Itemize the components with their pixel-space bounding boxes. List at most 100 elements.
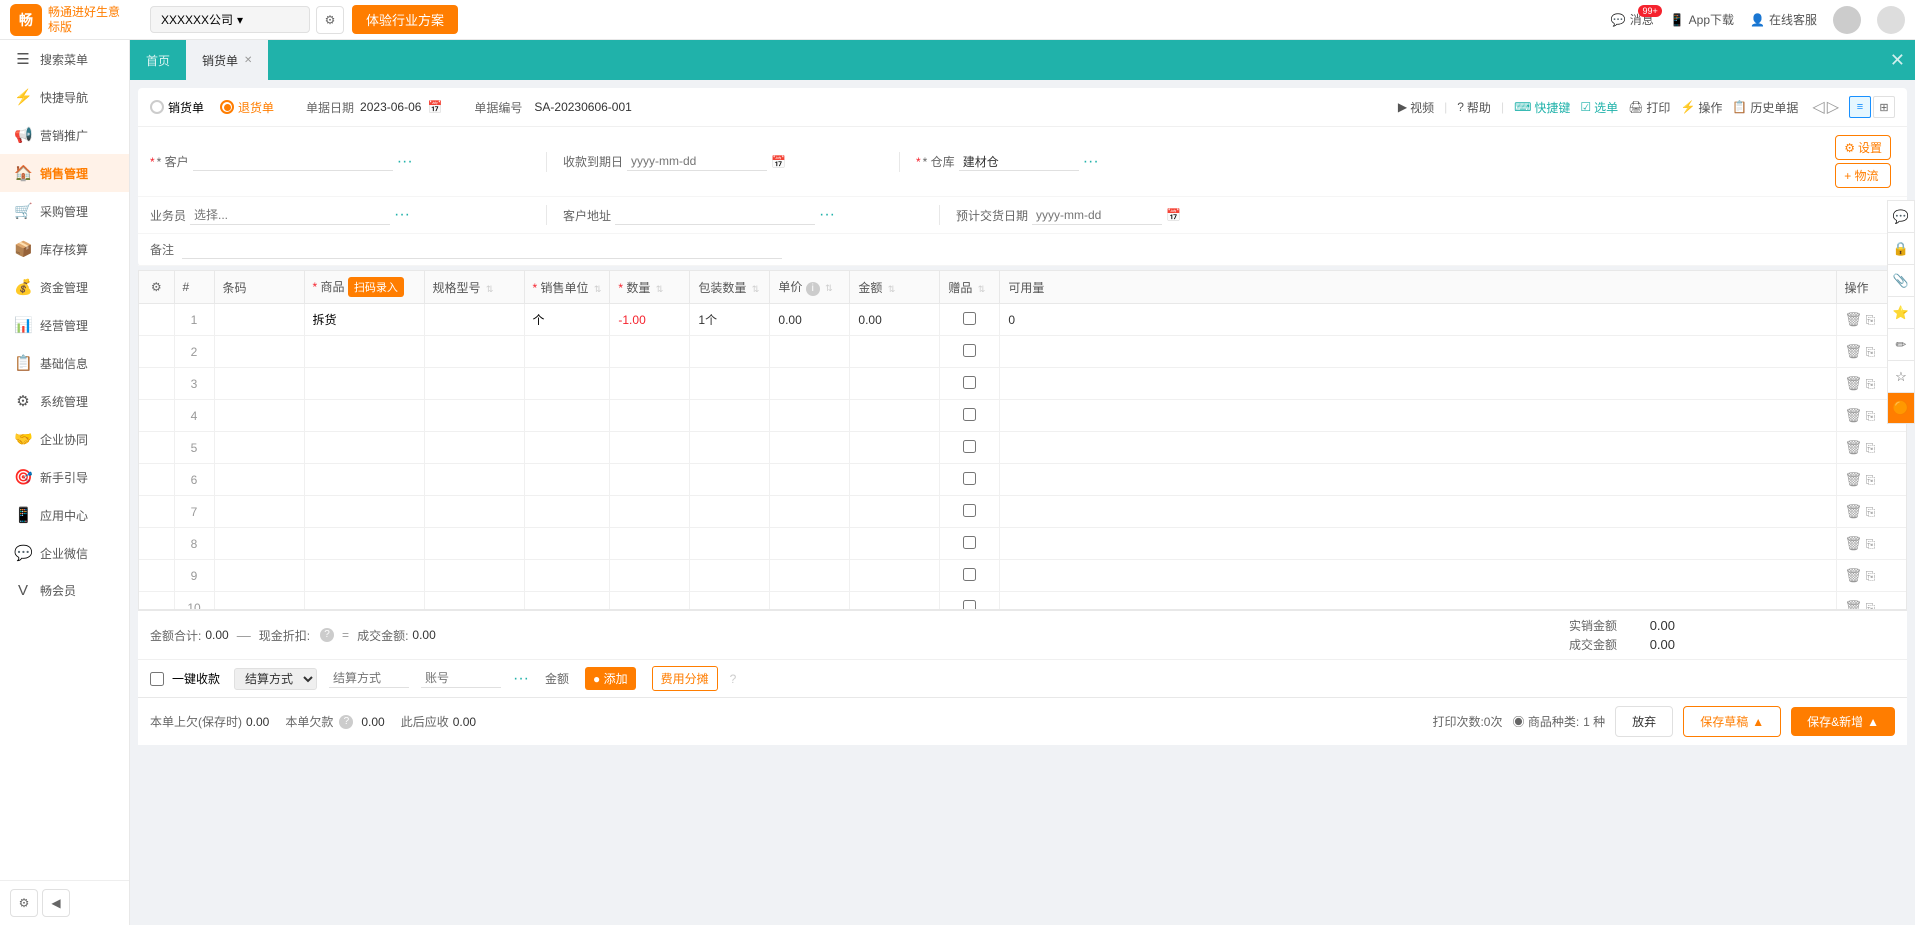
row-gift-cell[interactable]	[940, 400, 1000, 432]
row-gift-cell[interactable]	[940, 592, 1000, 611]
owed-info-icon[interactable]: ?	[339, 715, 353, 729]
salesperson-expand-icon[interactable]: ···	[394, 206, 410, 224]
calendar-icon[interactable]: 📅	[427, 100, 442, 114]
row-gift-cell[interactable]	[940, 560, 1000, 592]
expected-calendar-icon[interactable]: 📅	[1166, 208, 1181, 222]
select-order-btn[interactable]: ☑ 选单	[1580, 99, 1618, 116]
rsf-clip-btn[interactable]: 📎	[1887, 264, 1915, 296]
row-price-cell[interactable]	[770, 432, 850, 464]
column-settings-icon[interactable]: ⚙	[151, 280, 162, 294]
row-barcode-cell[interactable]	[214, 400, 304, 432]
rsf-star-btn[interactable]: ⭐	[1887, 296, 1915, 328]
row-barcode-cell[interactable]	[214, 432, 304, 464]
settings-button[interactable]: ⚙ 设置	[1835, 135, 1891, 160]
price-info-icon[interactable]: i	[806, 282, 820, 296]
row-gift-cell[interactable]	[940, 336, 1000, 368]
row-price-cell[interactable]	[770, 496, 850, 528]
account-expand-icon[interactable]: ···	[513, 670, 529, 688]
row-spec-cell[interactable]	[424, 304, 524, 336]
row-delete-btn[interactable]: 🗑	[1845, 599, 1863, 610]
collapse-btn[interactable]: ◀	[42, 889, 70, 917]
remark-input[interactable]	[182, 240, 782, 259]
discard-button[interactable]: 放弃	[1615, 706, 1673, 737]
sidebar-item-app[interactable]: 📱 应用中心	[0, 496, 129, 534]
row-barcode-cell[interactable]	[214, 528, 304, 560]
row-barcode-cell[interactable]	[214, 560, 304, 592]
rsf-fav-btn[interactable]: ☆	[1887, 360, 1915, 392]
expense-split-btn[interactable]: 费用分摊	[652, 666, 718, 691]
row-spec-cell[interactable]	[424, 464, 524, 496]
add-payment-btn[interactable]: ● 添加	[585, 667, 636, 690]
row-qty-cell[interactable]	[610, 432, 690, 464]
row-qty-cell[interactable]	[610, 400, 690, 432]
row-barcode-cell[interactable]	[214, 464, 304, 496]
row-pack-cell[interactable]	[690, 336, 770, 368]
row-pack-cell[interactable]	[690, 432, 770, 464]
sidebar-item-marketing[interactable]: 📢 营销推广	[0, 116, 129, 154]
row-unit-cell[interactable]	[524, 496, 610, 528]
row-amount-cell[interactable]: 0.00	[850, 304, 940, 336]
row-qty-cell[interactable]	[610, 368, 690, 400]
row-spec-cell[interactable]	[424, 368, 524, 400]
message-btn[interactable]: 💬 消息 99+	[1611, 11, 1654, 28]
row-qty-cell[interactable]: -1.00	[610, 304, 690, 336]
row-price-cell[interactable]	[770, 528, 850, 560]
save-new-button[interactable]: 保存&新增 ▲	[1791, 707, 1895, 736]
payment-date-input[interactable]	[627, 152, 767, 171]
row-spec-cell[interactable]	[424, 528, 524, 560]
row-qty-cell[interactable]	[610, 592, 690, 611]
row-barcode-cell[interactable]	[214, 496, 304, 528]
row-price-cell[interactable]	[770, 336, 850, 368]
sidebar-item-quick-nav[interactable]: ⚡ 快捷导航	[0, 78, 129, 116]
rsf-lock-btn[interactable]: 🔒	[1887, 232, 1915, 264]
sidebar-item-beginner[interactable]: 🎯 新手引导	[0, 458, 129, 496]
row-pack-cell[interactable]	[690, 400, 770, 432]
row-qty-cell[interactable]	[610, 464, 690, 496]
row-delete-btn[interactable]: 🗑	[1845, 375, 1863, 392]
row-copy-btn[interactable]: ⎘	[1866, 601, 1876, 610]
row-delete-btn[interactable]: 🗑	[1845, 439, 1863, 456]
address-expand-icon[interactable]: ···	[819, 206, 835, 224]
row-copy-btn[interactable]: ⎘	[1866, 537, 1876, 552]
row-delete-btn[interactable]: 🗑	[1845, 535, 1863, 552]
row-spec-cell[interactable]	[424, 496, 524, 528]
sidebar-item-business[interactable]: 📊 经营管理	[0, 306, 129, 344]
row-delete-btn[interactable]: 🗑	[1845, 567, 1863, 584]
row-qty-cell[interactable]	[610, 336, 690, 368]
row-amount-cell[interactable]	[850, 432, 940, 464]
row-unit-cell[interactable]	[524, 368, 610, 400]
print-btn[interactable]: 🖨 打印	[1628, 99, 1670, 116]
nav-next-icon[interactable]: ▷	[1827, 97, 1839, 117]
row-price-cell[interactable]	[770, 464, 850, 496]
row-copy-btn[interactable]: ⎘	[1866, 345, 1876, 360]
grid-view-btn[interactable]: ≡	[1849, 96, 1871, 118]
sidebar-item-purchase[interactable]: 🛒 采购管理	[0, 192, 129, 230]
settings-bottom-btn[interactable]: ⚙	[10, 889, 38, 917]
tab-close-icon[interactable]: ✕	[244, 55, 252, 66]
list-view-btn[interactable]: ⊞	[1873, 96, 1895, 118]
row-spec-cell[interactable]	[424, 592, 524, 611]
row-product-cell[interactable]	[304, 560, 424, 592]
row-unit-cell[interactable]	[524, 528, 610, 560]
tab-sales-order[interactable]: 销货单 ✕	[186, 40, 268, 80]
row-pack-cell[interactable]	[690, 464, 770, 496]
return-order-radio[interactable]: 退货单	[220, 99, 274, 116]
row-price-cell[interactable]: 0.00	[770, 304, 850, 336]
row-pack-cell[interactable]	[690, 528, 770, 560]
payment-calendar-icon[interactable]: 📅	[771, 155, 786, 169]
row-qty-cell[interactable]	[610, 528, 690, 560]
nav-prev-icon[interactable]: ◁	[1812, 97, 1824, 117]
row-pack-cell[interactable]	[690, 560, 770, 592]
row-copy-btn[interactable]: ⎘	[1866, 377, 1876, 392]
row-gift-cell[interactable]	[940, 464, 1000, 496]
avatar-2[interactable]	[1877, 6, 1905, 34]
expected-date-input[interactable]	[1032, 206, 1162, 225]
online-service-btn[interactable]: 👤 在线客服	[1750, 11, 1817, 28]
row-product-cell[interactable]	[304, 496, 424, 528]
rsf-orange-btn[interactable]: 🟠	[1887, 392, 1915, 424]
row-product-cell[interactable]	[304, 368, 424, 400]
sidebar-item-inventory[interactable]: 📦 库存核算	[0, 230, 129, 268]
save-draft-button[interactable]: 保存草稿 ▲	[1683, 706, 1781, 737]
row-amount-cell[interactable]	[850, 400, 940, 432]
payment-method-select[interactable]: 结算方式	[234, 668, 317, 690]
